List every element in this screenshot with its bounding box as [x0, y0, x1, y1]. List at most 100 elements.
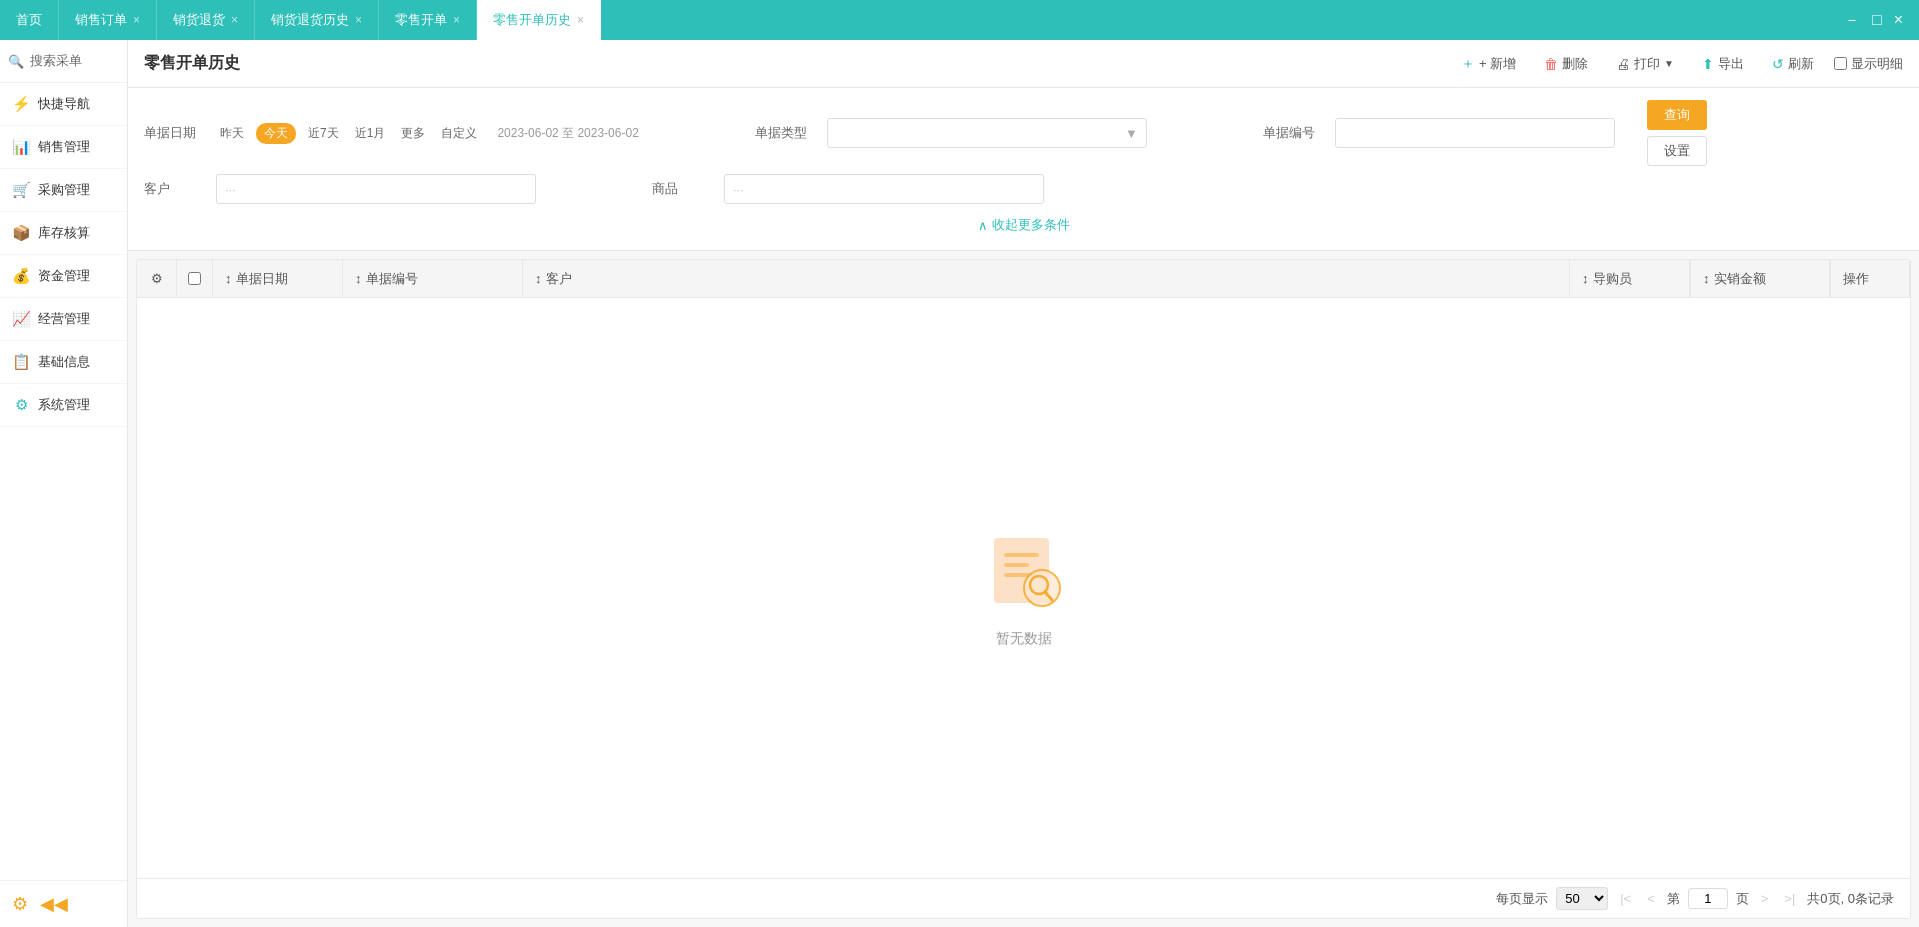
order-no-input[interactable] [1335, 118, 1615, 148]
tab-retail-order-history[interactable]: 零售开单历史 × [477, 0, 601, 40]
sidebar-item-system[interactable]: ⚙ 系统管理 [0, 384, 127, 427]
page-unit: 页 [1736, 890, 1749, 908]
filter-section: 单据日期 昨天 今天 近7天 近1月 更多 自定义 2023-06-02 至 2… [128, 88, 1919, 251]
inventory-icon: 📦 [12, 224, 30, 242]
print-icon: 🖨 [1616, 56, 1630, 72]
main-layout: 🔍 搜索采单 ⚡ 快捷导航 📊 销售管理 🛒 采购管理 📦 库存核算 💰 资金管… [0, 40, 1919, 927]
close-tab-retail-order[interactable]: × [453, 13, 460, 27]
svg-rect-2 [1004, 563, 1029, 567]
table-section: ⚙ ↕ 单据日期 ↕ 单据编号 ↕ 客户 ↕ [136, 259, 1911, 919]
th-customer-label: 客户 [546, 270, 572, 288]
collapse-label: 收起更多条件 [992, 216, 1070, 234]
goods-label: 商品 [652, 180, 708, 198]
tab-sales-return[interactable]: 销货退货 × [157, 0, 255, 40]
search-label: 搜索采单 [30, 52, 82, 70]
tab-sales-return-history[interactable]: 销货退货历史 × [255, 0, 379, 40]
order-type-dropdown-icon: ▼ [1125, 126, 1138, 141]
sidebar-label-quick-nav: 快捷导航 [38, 95, 90, 113]
date-btn-today[interactable]: 今天 [256, 123, 296, 144]
tab-sales-order[interactable]: 销售订单 × [59, 0, 157, 40]
date-range-text: 2023-06-02 至 2023-06-02 [497, 125, 638, 142]
th-order-no-label: 单据编号 [366, 270, 418, 288]
sidebar-search[interactable]: 🔍 搜索采单 [0, 40, 127, 83]
th-salesman[interactable]: ↕ 导购员 [1570, 260, 1690, 297]
sidebar-label-sales: 销售管理 [38, 138, 90, 156]
sidebar-item-purchase[interactable]: 🛒 采购管理 [0, 169, 127, 212]
show-detail-checkbox[interactable] [1834, 57, 1847, 70]
maximize-btn[interactable]: □ [1872, 11, 1882, 29]
last-page-btn[interactable]: >| [1780, 889, 1799, 908]
goods-dots: ··· [733, 182, 744, 197]
add-icon: ＋ [1461, 55, 1475, 73]
query-button[interactable]: 查询 [1647, 100, 1707, 130]
th-order-no[interactable]: ↕ 单据编号 [343, 260, 523, 297]
toolbar: 零售开单历史 ＋ + 新增 🗑 删除 🖨 打印 ▼ ⬆ 导出 [128, 40, 1919, 88]
prev-page-btn[interactable]: < [1643, 889, 1659, 908]
sidebar-item-inventory[interactable]: 📦 库存核算 [0, 212, 127, 255]
table-header: ⚙ ↕ 单据日期 ↕ 单据编号 ↕ 客户 ↕ [137, 260, 1910, 298]
delete-button[interactable]: 🗑 删除 [1536, 51, 1596, 77]
close-btn[interactable]: × [1894, 11, 1903, 29]
sidebar-label-finance: 资金管理 [38, 267, 90, 285]
quick-nav-icon: ⚡ [12, 95, 30, 113]
tab-retail-order[interactable]: 零售开单 × [379, 0, 477, 40]
order-no-label: 单据编号 [1263, 124, 1319, 142]
filter-row-1: 单据日期 昨天 今天 近7天 近1月 更多 自定义 2023-06-02 至 2… [144, 100, 1903, 166]
order-type-select[interactable]: ▼ [827, 118, 1147, 148]
date-btn-7days[interactable]: 近7天 [304, 123, 343, 144]
th-checkbox[interactable] [177, 260, 213, 297]
collapse-more-btn[interactable]: ∧ 收起更多条件 [144, 212, 1903, 238]
th-operations: 操作 [1830, 260, 1910, 297]
date-btn-1month[interactable]: 近1月 [351, 123, 390, 144]
operations-icon: 📈 [12, 310, 30, 328]
delete-icon: 🗑 [1544, 56, 1558, 72]
tab-home[interactable]: 首页 [0, 0, 59, 40]
total-info: 共0页, 0条记录 [1807, 890, 1894, 908]
date-btn-more[interactable]: 更多 [397, 123, 429, 144]
table-settings-icon: ⚙ [151, 271, 163, 286]
goods-select[interactable]: ··· [724, 174, 1044, 204]
system-icon: ⚙ [12, 396, 30, 414]
sidebar: 🔍 搜索采单 ⚡ 快捷导航 📊 销售管理 🛒 采购管理 📦 库存核算 💰 资金管… [0, 40, 128, 927]
th-customer[interactable]: ↕ 客户 [523, 260, 1570, 297]
close-tab-sales-order[interactable]: × [133, 13, 140, 27]
sidebar-item-basic-info[interactable]: 📋 基础信息 [0, 341, 127, 384]
print-button[interactable]: 🖨 打印 ▼ [1608, 51, 1682, 77]
date-shortcuts: 昨天 今天 近7天 近1月 更多 自定义 2023-06-02 至 2023-0… [216, 123, 639, 144]
settings-bottom-icon[interactable]: ⚙ [12, 893, 28, 915]
select-all-checkbox[interactable] [188, 272, 201, 285]
per-page-label: 每页显示 [1496, 890, 1548, 908]
th-settings[interactable]: ⚙ [137, 260, 177, 297]
export-button[interactable]: ⬆ 导出 [1694, 51, 1752, 77]
order-type-label: 单据类型 [755, 124, 811, 142]
minimize-btn[interactable]: － [1844, 10, 1860, 31]
refresh-button[interactable]: ↺ 刷新 [1764, 51, 1822, 77]
collapse-icon[interactable]: ◀◀ [40, 893, 68, 915]
sidebar-item-operations[interactable]: 📈 经营管理 [0, 298, 127, 341]
customer-select[interactable]: ··· [216, 174, 536, 204]
close-tab-sales-return-history[interactable]: × [355, 13, 362, 27]
show-detail-label: 显示明细 [1851, 55, 1903, 73]
close-tab-retail-order-history[interactable]: × [577, 13, 584, 27]
sidebar-label-inventory: 库存核算 [38, 224, 90, 242]
close-tab-sales-return[interactable]: × [231, 13, 238, 27]
content-area: 零售开单历史 ＋ + 新增 🗑 删除 🖨 打印 ▼ ⬆ 导出 [128, 40, 1919, 927]
next-page-btn[interactable]: > [1757, 889, 1773, 908]
date-btn-yesterday[interactable]: 昨天 [216, 123, 248, 144]
sidebar-item-quick-nav[interactable]: ⚡ 快捷导航 [0, 83, 127, 126]
page-input[interactable]: 1 [1688, 888, 1728, 909]
th-date[interactable]: ↕ 单据日期 [213, 260, 343, 297]
basic-info-icon: 📋 [12, 353, 30, 371]
per-page-select[interactable]: 50 100 200 [1556, 887, 1608, 910]
add-button[interactable]: ＋ + 新增 [1453, 51, 1524, 77]
sidebar-item-sales[interactable]: 📊 销售管理 [0, 126, 127, 169]
toolbar-actions: ＋ + 新增 🗑 删除 🖨 打印 ▼ ⬆ 导出 ↺ [1453, 51, 1903, 77]
date-btn-custom[interactable]: 自定义 [437, 123, 481, 144]
filter-settings-button[interactable]: 设置 [1647, 136, 1707, 166]
th-amount[interactable]: ↕ 实销金额 [1690, 260, 1830, 297]
filter-row-2: 客户 ··· 商品 ··· [144, 174, 1903, 204]
sidebar-item-finance[interactable]: 💰 资金管理 [0, 255, 127, 298]
th-operations-label: 操作 [1843, 270, 1869, 288]
tab-bar: 首页 销售订单 × 销货退货 × 销货退货历史 × 零售开单 × 零售开单历史 … [0, 0, 1919, 40]
first-page-btn[interactable]: |< [1616, 889, 1635, 908]
